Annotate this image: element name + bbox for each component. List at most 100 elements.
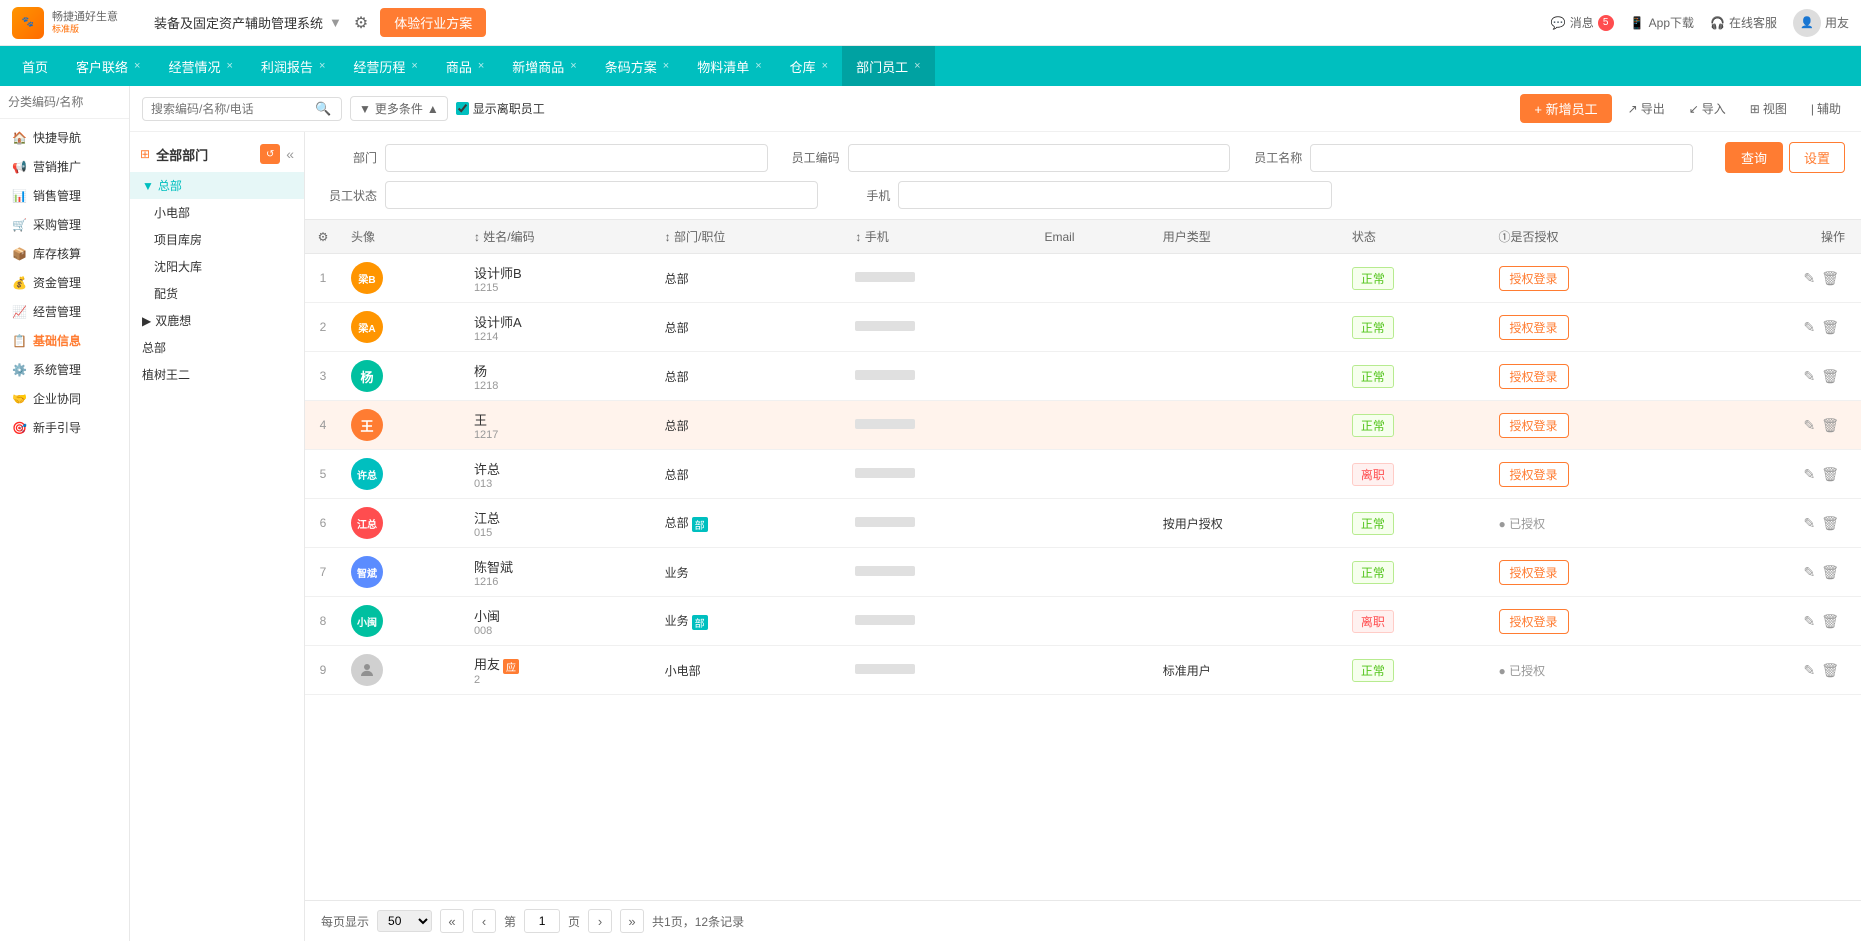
- per-page-select[interactable]: 50 20 100: [377, 910, 432, 932]
- dept-tree-item[interactable]: 总部: [130, 334, 304, 361]
- col-name[interactable]: ↕ 姓名/编码: [464, 220, 655, 254]
- sidebar-search-input[interactable]: [8, 95, 130, 109]
- first-page-btn[interactable]: «: [440, 909, 464, 933]
- edit-btn[interactable]: ✎: [1803, 417, 1815, 433]
- sidebar-item-finance[interactable]: 💰 资金管理: [0, 268, 129, 297]
- dept-tree-item[interactable]: 植树王二: [130, 361, 304, 388]
- filter-btn[interactable]: ▼ 更多条件 ▲: [350, 96, 448, 121]
- show-resigned-check[interactable]: 显示离职员工: [456, 100, 545, 117]
- close-icon[interactable]: ×: [570, 60, 576, 72]
- close-icon[interactable]: ×: [478, 60, 484, 72]
- message-btn[interactable]: 💬 消息 5: [1551, 14, 1614, 31]
- sidebar-item-sales[interactable]: 📊 销售管理: [0, 181, 129, 210]
- delete-btn[interactable]: 🗑: [1821, 466, 1839, 482]
- col-settings[interactable]: ⚙: [305, 220, 341, 254]
- delete-btn[interactable]: 🗑: [1821, 613, 1839, 629]
- app-download-btn[interactable]: 📱 App下载: [1630, 14, 1694, 31]
- delete-btn[interactable]: 🗑: [1821, 662, 1839, 678]
- row-auth[interactable]: 授权登录: [1489, 303, 1702, 352]
- close-icon[interactable]: ×: [134, 60, 140, 72]
- auth-login-btn[interactable]: 授权登录: [1499, 413, 1569, 438]
- row-auth[interactable]: 授权登录: [1489, 548, 1702, 597]
- dept-tree-root[interactable]: ▼ 总部: [130, 172, 304, 199]
- nav-add-goods[interactable]: 新增商品 ×: [498, 46, 590, 86]
- nav-operations[interactable]: 经营情况 ×: [154, 46, 246, 86]
- sidebar-item-guide[interactable]: 🎯 新手引导: [0, 413, 129, 442]
- emp-code-input[interactable]: [848, 144, 1231, 172]
- delete-btn[interactable]: 🗑: [1821, 564, 1839, 580]
- emp-status-select[interactable]: [385, 181, 818, 209]
- edit-btn[interactable]: ✎: [1803, 613, 1815, 629]
- edit-btn[interactable]: ✎: [1803, 662, 1815, 678]
- nav-dept[interactable]: 部门员工 ×: [842, 46, 934, 86]
- dept-refresh-btn[interactable]: ↺: [260, 144, 280, 164]
- edit-btn[interactable]: ✎: [1803, 515, 1815, 531]
- search-input[interactable]: [151, 102, 311, 116]
- close-icon[interactable]: ×: [822, 60, 828, 72]
- nav-goods[interactable]: 商品 ×: [432, 46, 498, 86]
- edit-btn[interactable]: ✎: [1803, 319, 1815, 335]
- next-page-btn[interactable]: ›: [588, 909, 612, 933]
- edit-btn[interactable]: ✎: [1803, 270, 1815, 286]
- row-auth[interactable]: 授权登录: [1489, 450, 1702, 499]
- auth-login-btn[interactable]: 授权登录: [1499, 266, 1569, 291]
- row-auth[interactable]: 授权登录: [1489, 597, 1702, 646]
- last-page-btn[interactable]: »: [620, 909, 644, 933]
- reset-btn[interactable]: 设置: [1789, 142, 1845, 173]
- edit-btn[interactable]: ✎: [1803, 368, 1815, 384]
- close-icon[interactable]: ×: [663, 60, 669, 72]
- export-btn[interactable]: ↗ 导出: [1620, 96, 1673, 121]
- sidebar-item-nav[interactable]: 🏠 快捷导航: [0, 123, 129, 152]
- row-auth[interactable]: 授权登录: [1489, 254, 1702, 303]
- edit-btn[interactable]: ✎: [1803, 564, 1815, 580]
- nav-profit[interactable]: 利润报告 ×: [247, 46, 339, 86]
- dept-tree-item[interactable]: 配货: [130, 280, 304, 307]
- view-btn[interactable]: ⊞ 视图: [1742, 96, 1795, 121]
- row-auth[interactable]: ● 已授权: [1489, 499, 1702, 548]
- dept-collapse-btn[interactable]: «: [286, 146, 294, 162]
- add-employee-btn[interactable]: + 新增员工: [1520, 94, 1611, 123]
- user-menu[interactable]: 👤 用友: [1793, 9, 1849, 37]
- row-auth[interactable]: ● 已授权: [1489, 646, 1702, 695]
- close-icon[interactable]: ×: [319, 60, 325, 72]
- delete-btn[interactable]: 🗑: [1821, 515, 1839, 531]
- import-btn[interactable]: ↙ 导入: [1681, 96, 1734, 121]
- query-btn[interactable]: 查询: [1725, 142, 1783, 173]
- auth-login-btn[interactable]: 授权登录: [1499, 315, 1569, 340]
- delete-btn[interactable]: 🗑: [1821, 270, 1839, 286]
- dept-tree-item[interactable]: 小电部: [130, 199, 304, 226]
- nav-bom[interactable]: 物料清单 ×: [683, 46, 775, 86]
- col-phone[interactable]: ↕ 手机: [845, 220, 1034, 254]
- nav-warehouse[interactable]: 仓库 ×: [776, 46, 842, 86]
- prev-page-btn[interactable]: ‹: [472, 909, 496, 933]
- auth-login-btn[interactable]: 授权登录: [1499, 609, 1569, 634]
- nav-home[interactable]: 首页: [8, 46, 62, 86]
- nav-customer[interactable]: 客户联络 ×: [62, 46, 154, 86]
- delete-btn[interactable]: 🗑: [1821, 417, 1839, 433]
- sidebar-item-inventory[interactable]: 📦 库存核算: [0, 239, 129, 268]
- phone-input[interactable]: [898, 181, 1331, 209]
- dept-tree-item[interactable]: ▶ 双鹿想: [130, 307, 304, 334]
- service-btn[interactable]: 🎧 在线客服: [1710, 14, 1777, 31]
- try-btn[interactable]: 体验行业方案: [380, 8, 486, 37]
- sidebar-item-marketing[interactable]: 📢 营销推广: [0, 152, 129, 181]
- row-auth[interactable]: 授权登录: [1489, 401, 1702, 450]
- sidebar-item-basics[interactable]: 📋 基础信息: [0, 326, 129, 355]
- edit-btn[interactable]: ✎: [1803, 466, 1815, 482]
- close-icon[interactable]: ×: [411, 60, 417, 72]
- gear-icon[interactable]: ⚙: [354, 13, 368, 33]
- sidebar-item-collab[interactable]: 🤝 企业协同: [0, 384, 129, 413]
- emp-name-input[interactable]: [1310, 144, 1693, 172]
- close-icon[interactable]: ×: [755, 60, 761, 72]
- more-btn[interactable]: | 辅助: [1803, 96, 1849, 121]
- col-dept[interactable]: ↕ 部门/职位: [655, 220, 846, 254]
- close-icon[interactable]: ×: [226, 60, 232, 72]
- auth-login-btn[interactable]: 授权登录: [1499, 560, 1569, 585]
- auth-login-btn[interactable]: 授权登录: [1499, 462, 1569, 487]
- sidebar-item-operations[interactable]: 📈 经营管理: [0, 297, 129, 326]
- delete-btn[interactable]: 🗑: [1821, 368, 1839, 384]
- sidebar-item-system[interactable]: ⚙️ 系统管理: [0, 355, 129, 384]
- sidebar-item-purchase[interactable]: 🛒 采购管理: [0, 210, 129, 239]
- dept-select[interactable]: [385, 144, 768, 172]
- delete-btn[interactable]: 🗑: [1821, 319, 1839, 335]
